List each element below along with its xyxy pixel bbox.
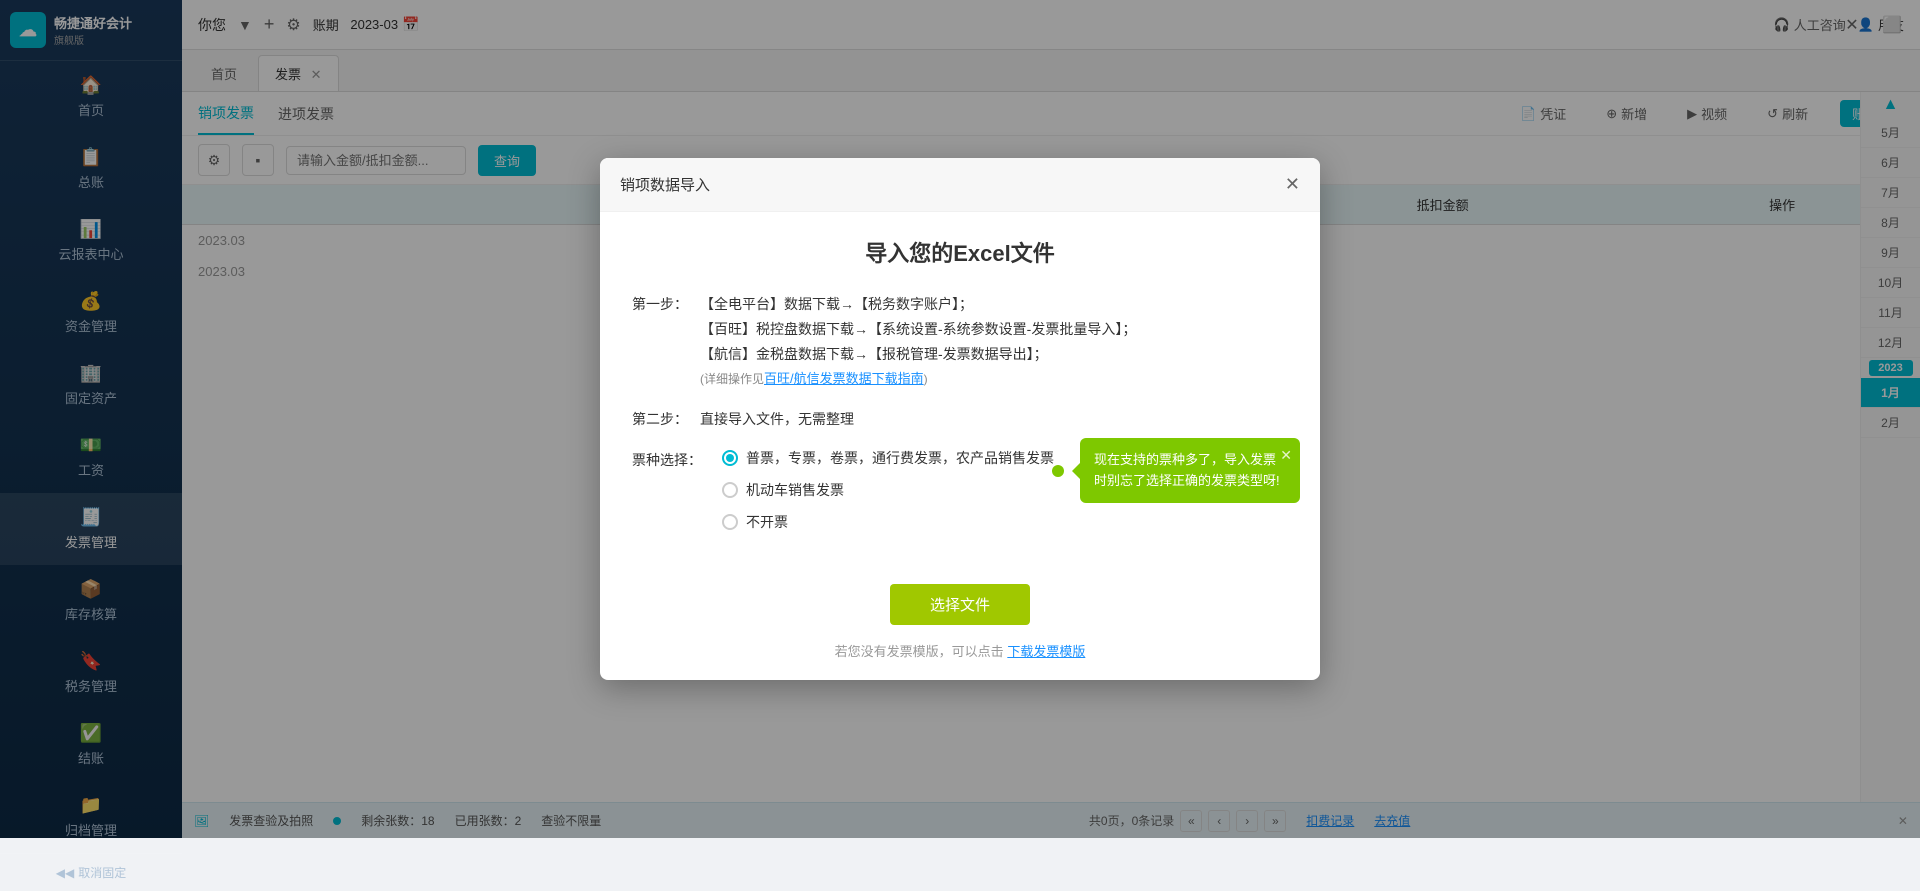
step2-content: 直接导入文件，无需整理 xyxy=(700,407,854,432)
dialog-body: 导入您的Excel文件 第一步： 【全电平台】数据下载→【税务数字账户】； 【百… xyxy=(600,212,1320,568)
dialog-main-title: 导入您的Excel文件 xyxy=(632,236,1288,268)
tooltip-close-btn[interactable]: ✕ xyxy=(1280,444,1292,466)
radio-group: 普票，专票，卷票，通行费发票，农产品销售发票 机动车销售发票 不开票 xyxy=(722,448,1054,532)
radio-label-2: 不开票 xyxy=(746,512,788,532)
radio-circle-0[interactable] xyxy=(722,450,738,466)
radio-label-1: 机动车销售发票 xyxy=(746,480,844,500)
tooltip-text: 现在支持的票种多了，导入发票时别忘了选择正确的发票类型呀! xyxy=(1094,452,1280,488)
step2-row: 第二步： 直接导入文件，无需整理 xyxy=(632,407,1288,432)
radio-option-2[interactable]: 不开票 xyxy=(722,512,1054,532)
step1-row: 第一步： 【全电平台】数据下载→【税务数字账户】； 【百旺】税控盘数据下载→【系… xyxy=(632,292,1288,391)
dialog-footer: 选择文件 若您没有发票模版，可以点击 下载发票模版 xyxy=(600,568,1320,680)
download-guide-link[interactable]: 百旺/航信发票数据下载指南 xyxy=(764,371,924,386)
import-dialog: 销项数据导入 ✕ 导入您的Excel文件 第一步： 【全电平台】数据下载→【税务… xyxy=(600,158,1320,680)
pin-icon: ◀◀ xyxy=(56,866,74,880)
radio-circle-1[interactable] xyxy=(722,482,738,498)
step2-label: 第二步： xyxy=(632,407,688,432)
step1-hint: (详细操作见百旺/航信发票数据下载指南) xyxy=(700,367,1136,391)
download-hint: 若您没有发票模版，可以点击 下载发票模版 xyxy=(632,641,1288,660)
overlay: 销项数据导入 ✕ 导入您的Excel文件 第一步： 【全电平台】数据下载→【税务… xyxy=(0,0,1920,838)
select-file-button[interactable]: 选择文件 xyxy=(890,584,1030,625)
step1-line-3: 【航信】金税盘数据下载→【报税管理-发票数据导出】； xyxy=(700,342,1136,367)
step1-content: 【全电平台】数据下载→【税务数字账户】； 【百旺】税控盘数据下载→【系统设置-系… xyxy=(700,292,1136,391)
tooltip-dot xyxy=(1052,465,1064,477)
dialog-header: 销项数据导入 ✕ xyxy=(600,158,1320,212)
radio-option-1[interactable]: 机动车销售发票 xyxy=(722,480,1054,500)
step1-line-2: 【百旺】税控盘数据下载→【系统设置-系统参数设置-发票批量导入】； xyxy=(700,317,1136,342)
tooltip-bubble: ✕ 现在支持的票种多了，导入发票时别忘了选择正确的发票类型呀! xyxy=(1080,438,1300,504)
radio-label-0: 普票，专票，卷票，通行费发票，农产品销售发票 xyxy=(746,448,1054,468)
dialog-title: 销项数据导入 xyxy=(620,174,710,195)
ticket-label: 票种选择： xyxy=(632,448,702,473)
download-template-link[interactable]: 下载发票模版 xyxy=(1007,644,1085,659)
radio-option-0[interactable]: 普票，专票，卷票，通行费发票，农产品销售发票 xyxy=(722,448,1054,468)
radio-circle-2[interactable] xyxy=(722,514,738,530)
dialog-close-btn[interactable]: ✕ xyxy=(1285,175,1300,193)
sidebar-bottom-label: 取消固定 xyxy=(78,864,126,881)
step1-label: 第一步： xyxy=(632,292,688,317)
step1-line-1: 【全电平台】数据下载→【税务数字账户】； xyxy=(700,292,1136,317)
sidebar-unpin[interactable]: ◀◀ 取消固定 xyxy=(0,853,182,891)
